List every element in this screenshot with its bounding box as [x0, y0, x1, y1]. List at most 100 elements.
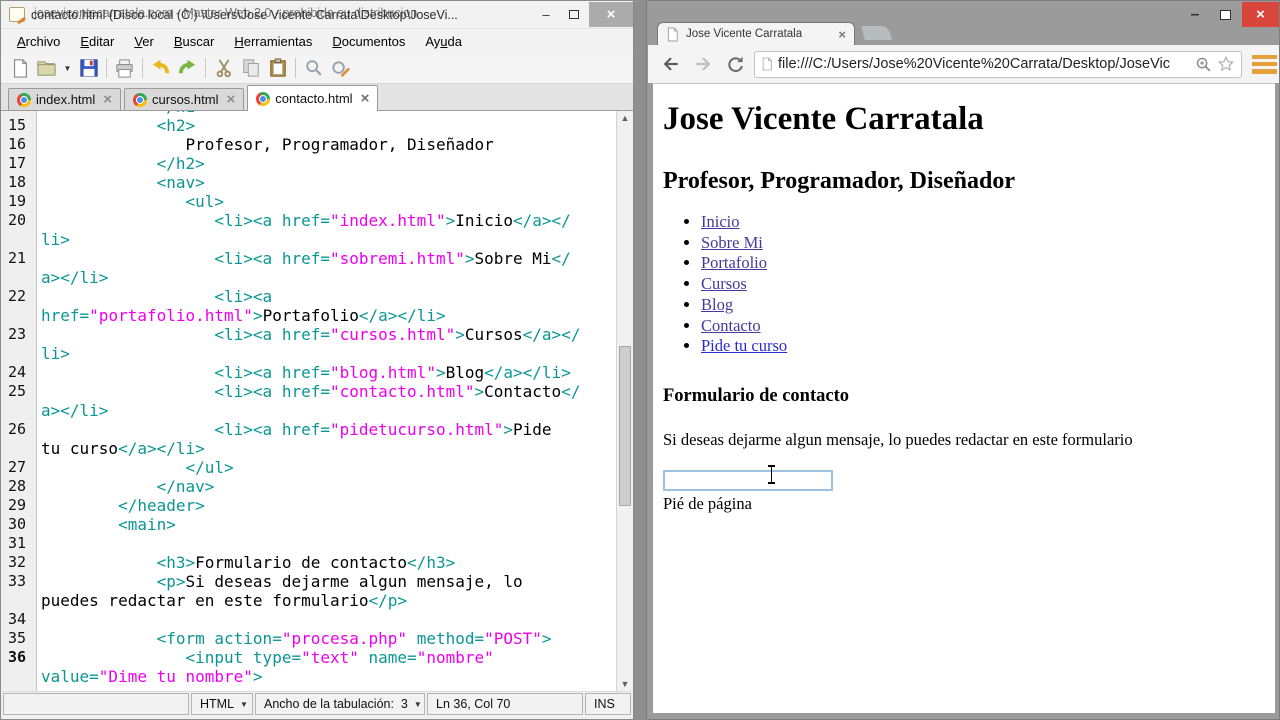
code-row: 18 <nav> [1, 173, 633, 192]
address-bar[interactable]: file:///C:/Users/Jose%20Vicente%20Carrat… [754, 50, 1242, 78]
tab-close-icon[interactable]: × [361, 91, 370, 106]
browser-close-button[interactable]: × [1242, 2, 1279, 27]
tab-close-icon[interactable]: × [838, 27, 846, 42]
save-icon[interactable] [75, 56, 102, 81]
nav-link-inicio[interactable]: Inicio [701, 212, 740, 231]
open-dropdown-icon[interactable]: ▼ [60, 56, 75, 81]
editor-tab-contacto.html[interactable]: contacto.html × [247, 85, 379, 111]
zoom-in-lens-icon[interactable] [1195, 56, 1212, 73]
forward-arrow-icon[interactable] [690, 51, 716, 77]
menu-item-ayuda[interactable]: Ayuda [415, 31, 472, 52]
status-cursor-position: Ln 36, Col 70 [427, 693, 583, 715]
undo-icon[interactable] [147, 56, 174, 81]
hamburger-menu-icon[interactable] [1252, 54, 1277, 74]
code-row: 33 <p>Si deseas dejarme algun mensaje, l… [1, 572, 633, 591]
nav-list-item: Sobre Mi [701, 233, 787, 254]
status-tab-width-selector[interactable]: Ancho de la tabulación: 3 ▼ [255, 693, 425, 715]
browser-minimize-button[interactable]: – [1181, 3, 1209, 27]
nav-link-pide-tu-curso[interactable]: Pide tu curso [701, 336, 787, 355]
search-icon[interactable] [300, 56, 327, 81]
browser-maximize-button[interactable] [1211, 3, 1239, 27]
line-number: 19 [1, 192, 37, 211]
menu-item-herramientas[interactable]: Herramientas [224, 31, 322, 52]
open-file-icon[interactable] [33, 56, 60, 81]
nav-link-contacto[interactable]: Contacto [701, 316, 761, 335]
menu-bar: Archivo Editar Ver Buscar Herramientas Docume… [1, 29, 633, 53]
redo-icon[interactable] [174, 56, 201, 81]
page-subtitle: Profesor, Programador, Diseñador [663, 168, 1015, 194]
code-row: 25 <li><a href="contacto.html">Contacto<… [1, 382, 633, 401]
reload-icon[interactable] [722, 51, 748, 77]
menu-item-editar[interactable]: Editar [70, 31, 124, 52]
code-row: 23 <li><a href="cursos.html">Cursos</a><… [1, 325, 633, 344]
tab-close-icon[interactable]: × [226, 92, 235, 107]
code-row: 16 Profesor, Programador, Diseñador [1, 135, 633, 154]
menu-item-documentos[interactable]: Documentos [322, 31, 415, 52]
browser-tab[interactable]: Jose Vicente Carratala × [657, 22, 855, 45]
editor-titlebar[interactable]: contacto.html (Disco local (C:) \Users\J… [1, 1, 633, 29]
new-tab-button[interactable] [861, 26, 892, 40]
editor-maximize-button[interactable] [561, 2, 587, 27]
scroll-down-icon[interactable]: ▼ [621, 679, 630, 689]
line-number: 26 [1, 420, 37, 439]
nav-list-item: Inicio [701, 212, 787, 233]
new-file-icon[interactable] [6, 56, 33, 81]
back-arrow-icon[interactable] [658, 51, 684, 77]
line-number [1, 230, 37, 249]
code-row: 30 <main> [1, 515, 633, 534]
code-row: puedes redactar en este formulario</p> [1, 591, 633, 610]
search-replace-icon[interactable] [327, 56, 354, 81]
paste-icon[interactable] [264, 56, 291, 81]
line-number [1, 591, 37, 610]
code-row: 20 <li><a href="index.html">Inicio</a></ [1, 211, 633, 230]
chrome-icon [133, 92, 148, 107]
code-row: 29 </header> [1, 496, 633, 515]
editor-minimize-button[interactable]: – [533, 2, 559, 27]
code-editor-area[interactable]: 14 </h1>15 <h2>16 Profesor, Programador,… [1, 111, 633, 691]
editor-tab-index.html[interactable]: index.html × [8, 88, 122, 110]
print-icon[interactable] [111, 56, 138, 81]
nav-list-item: Blog [701, 295, 787, 316]
nav-link-portafolio[interactable]: Portafolio [701, 253, 767, 272]
bookmark-star-icon[interactable] [1217, 55, 1235, 73]
scroll-up-icon[interactable]: ▲ [621, 113, 630, 123]
line-number: 28 [1, 477, 37, 496]
code-row: href="portafolio.html">Portafolio</a></l… [1, 306, 633, 325]
nav-list-item: Portafolio [701, 253, 787, 274]
menu-item-archivo[interactable]: Archivo [7, 31, 70, 52]
copy-icon[interactable] [237, 56, 264, 81]
nombre-text-input[interactable] [663, 470, 833, 491]
status-empty-segment [3, 693, 189, 715]
editor-tab-cursos.html[interactable]: cursos.html × [124, 88, 245, 110]
scrollbar-thumb[interactable] [619, 346, 631, 506]
nav-link-sobre-mi[interactable]: Sobre Mi [701, 233, 763, 252]
code-row: a></li> [1, 268, 633, 287]
nav-link-blog[interactable]: Blog [701, 295, 733, 314]
line-number [1, 439, 37, 458]
nav-list-item: Pide tu curso [701, 336, 787, 357]
vertical-scrollbar[interactable]: ▲ ▼ [616, 111, 633, 691]
line-number: 29 [1, 496, 37, 515]
line-number: 15 [1, 116, 37, 135]
line-number: 21 [1, 249, 37, 268]
menu-item-buscar[interactable]: Buscar [164, 31, 224, 52]
code-row: 24 <li><a href="blog.html">Blog</a></li> [1, 363, 633, 382]
url-text[interactable]: file:///C:/Users/Jose%20Vicente%20Carrat… [778, 56, 1190, 72]
editor-close-button[interactable]: × [589, 2, 633, 27]
tab-label: cursos.html [152, 92, 219, 107]
line-number [1, 268, 37, 287]
menu-item-ver[interactable]: Ver [124, 31, 164, 52]
status-syntax-selector[interactable]: HTML ▼ [191, 693, 253, 715]
line-number: 24 [1, 363, 37, 382]
cut-icon[interactable] [210, 56, 237, 81]
line-number: 27 [1, 458, 37, 477]
maximize-icon [569, 10, 579, 19]
line-number: 22 [1, 287, 37, 306]
pspad-app-icon [9, 7, 25, 22]
tab-close-icon[interactable]: × [103, 92, 112, 107]
nav-link-cursos[interactable]: Cursos [701, 274, 747, 293]
line-number: 35 [1, 629, 37, 648]
code-row: li> [1, 230, 633, 249]
line-number [1, 344, 37, 363]
line-number: 25 [1, 382, 37, 401]
